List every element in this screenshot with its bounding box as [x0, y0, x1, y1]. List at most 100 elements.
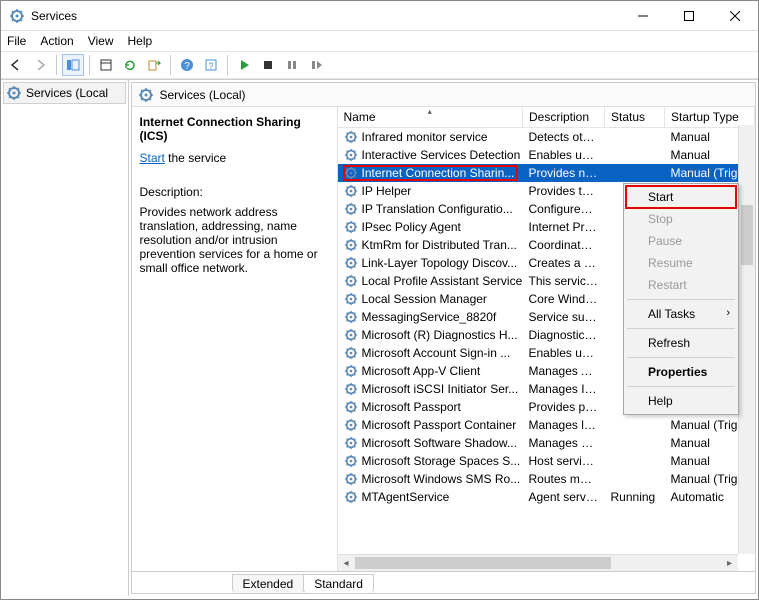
app-icon	[9, 8, 25, 24]
tree-pane: Services (Local	[1, 80, 129, 596]
pause-service-button[interactable]	[281, 54, 303, 76]
ctx-all-tasks[interactable]: All Tasks	[626, 303, 736, 325]
col-description[interactable]: Description	[523, 107, 605, 128]
service-desc: Enables use...	[523, 146, 605, 164]
view-tabs: Extended Standard	[132, 571, 756, 593]
start-suffix: the service	[165, 151, 226, 165]
gear-icon	[344, 166, 358, 180]
properties-button[interactable]	[95, 54, 117, 76]
gear-icon	[344, 436, 358, 450]
ctx-properties[interactable]: Properties	[626, 361, 736, 383]
ctx-stop: Stop	[626, 208, 736, 230]
window-title: Services	[31, 9, 620, 23]
service-status	[605, 128, 665, 146]
back-button[interactable]	[5, 54, 27, 76]
title-bar: Services	[1, 1, 758, 31]
service-desc: Creates a N...	[523, 254, 605, 272]
service-desc: Core Windo...	[523, 290, 605, 308]
gear-icon	[344, 202, 358, 216]
menu-view[interactable]: View	[88, 34, 114, 48]
refresh-button[interactable]	[119, 54, 141, 76]
table-row[interactable]: Microsoft Software Shadow...Manages so..…	[338, 434, 755, 452]
ctx-refresh[interactable]: Refresh	[626, 332, 736, 354]
service-status	[605, 470, 665, 488]
export-button[interactable]	[143, 54, 165, 76]
gear-icon	[344, 346, 358, 360]
service-name: Microsoft iSCSI Initiator Ser...	[362, 382, 519, 396]
toolbar: ? ?	[1, 51, 758, 79]
menu-help[interactable]: Help	[128, 34, 153, 48]
ctx-start[interactable]: Start	[626, 186, 736, 208]
maximize-button[interactable]	[666, 1, 712, 31]
gear-icon	[344, 220, 358, 234]
service-name: Microsoft App-V Client	[362, 364, 481, 378]
service-name: IP Translation Configuratio...	[362, 202, 513, 216]
help2-button[interactable]: ?	[200, 54, 222, 76]
minimize-button[interactable]	[620, 1, 666, 31]
service-name: IP Helper	[362, 184, 412, 198]
stop-service-button[interactable]	[257, 54, 279, 76]
help-button[interactable]: ?	[176, 54, 198, 76]
table-row[interactable]: MTAgentServiceAgent serviceRunningAutoma…	[338, 488, 755, 506]
gear-icon	[344, 292, 358, 306]
table-row[interactable]: Interactive Services DetectionEnables us…	[338, 146, 755, 164]
start-service-button[interactable]	[233, 54, 255, 76]
vertical-scrollbar[interactable]	[738, 125, 755, 554]
start-service-link[interactable]: Start	[140, 151, 165, 165]
service-name: Infrared monitor service	[362, 130, 488, 144]
service-name: Internet Connection Sharin...	[362, 166, 515, 180]
menu-bar: File Action View Help	[1, 31, 758, 51]
col-name[interactable]: Name▴	[338, 107, 523, 128]
gear-icon	[344, 490, 358, 504]
restart-service-button[interactable]	[305, 54, 327, 76]
service-desc: This service ...	[523, 272, 605, 290]
context-menu: Start Stop Pause Resume Restart All Task…	[623, 183, 739, 415]
col-status[interactable]: Status	[605, 107, 665, 128]
forward-button[interactable]	[29, 54, 51, 76]
service-status	[605, 434, 665, 452]
gear-icon	[344, 184, 358, 198]
svg-text:?: ?	[184, 61, 190, 72]
service-name: IPsec Policy Agent	[362, 220, 461, 234]
show-hide-tree-button[interactable]	[62, 54, 84, 76]
table-row[interactable]: Microsoft Windows SMS Ro...Routes mes...…	[338, 470, 755, 488]
close-button[interactable]	[712, 1, 758, 31]
service-name: Microsoft Passport Container	[362, 418, 517, 432]
service-desc: Agent service	[523, 488, 605, 506]
service-name: Local Profile Assistant Service	[362, 274, 523, 288]
gear-icon	[344, 274, 358, 288]
menu-action[interactable]: Action	[40, 34, 73, 48]
tree-root-services[interactable]: Services (Local	[3, 82, 126, 104]
tab-extended[interactable]: Extended	[232, 574, 305, 593]
gear-icon	[344, 310, 358, 324]
horizontal-scrollbar[interactable]: ◂▸	[338, 554, 739, 571]
svg-text:?: ?	[208, 61, 213, 71]
gear-icon	[344, 382, 358, 396]
menu-file[interactable]: File	[7, 34, 26, 48]
table-row[interactable]: Microsoft Passport ContainerManages lo..…	[338, 416, 755, 434]
gear-icon	[344, 148, 358, 162]
gear-icon	[138, 87, 154, 103]
service-status	[605, 452, 665, 470]
service-status	[605, 146, 665, 164]
gear-icon	[344, 364, 358, 378]
service-desc: Provides tu...	[523, 182, 605, 200]
service-desc: Coordinates...	[523, 236, 605, 254]
service-desc: Manages so...	[523, 434, 605, 452]
service-name: Microsoft (R) Diagnostics H...	[362, 328, 518, 342]
ctx-help[interactable]: Help	[626, 390, 736, 412]
gear-icon	[344, 472, 358, 486]
tab-standard[interactable]: Standard	[303, 574, 374, 593]
table-row[interactable]: Microsoft Storage Spaces S...Host servic…	[338, 452, 755, 470]
service-desc: Internet Pro...	[523, 218, 605, 236]
service-name: Link-Layer Topology Discov...	[362, 256, 518, 270]
table-row[interactable]: Internet Connection Sharin...Provides ne…	[338, 164, 755, 182]
service-status	[605, 164, 665, 182]
service-desc: Routes mes...	[523, 470, 605, 488]
description-label: Description:	[140, 185, 329, 199]
table-row[interactable]: Infrared monitor serviceDetects oth...Ma…	[338, 128, 755, 146]
content-header: Services (Local)	[132, 83, 756, 107]
tree-root-label: Services (Local	[26, 86, 108, 100]
gear-icon	[344, 418, 358, 432]
service-name: Microsoft Storage Spaces S...	[362, 454, 521, 468]
